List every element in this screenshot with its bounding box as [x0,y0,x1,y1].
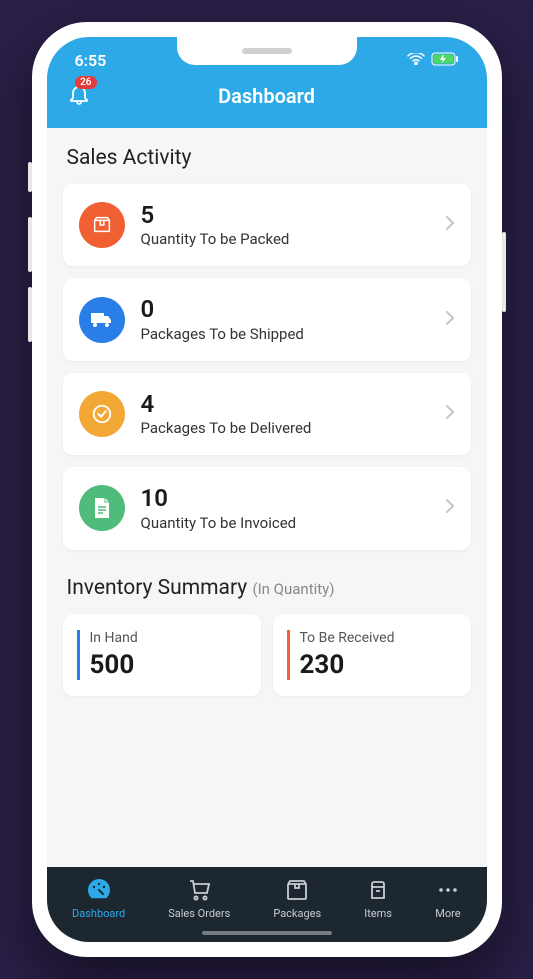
chevron-right-icon [445,310,455,330]
tab-sales-orders[interactable]: Sales Orders [168,877,230,920]
items-icon [365,877,391,903]
check-circle-icon [79,391,125,437]
tab-label: Items [364,907,392,920]
page-title: Dashboard [218,84,315,108]
card-label: Packages To be Delivered [141,419,429,437]
chevron-right-icon [445,215,455,235]
notification-button[interactable]: 26 [67,82,91,110]
notification-badge: 26 [75,76,96,89]
tab-dashboard[interactable]: Dashboard [72,877,125,920]
inventory-in-hand-card[interactable]: In Hand 500 [63,614,261,696]
inventory-summary-section: Inventory Summary (In Quantity) In Hand … [63,576,471,696]
inventory-value: 500 [90,650,247,680]
sales-activity-title: Sales Activity [63,146,471,170]
card-value: 10 [141,485,429,511]
wifi-icon [407,51,425,70]
chevron-right-icon [445,498,455,518]
phone-volume-down [28,287,32,342]
inventory-summary-suffix: (In Quantity) [252,580,334,598]
phone-mute-switch [28,162,32,192]
card-value: 5 [141,202,429,228]
card-to-be-invoiced[interactable]: 10 Quantity To be Invoiced [63,467,471,549]
phone-notch [177,37,357,65]
main-content: Sales Activity 5 Quantity To be Packed 0… [47,128,487,867]
phone-volume-up [28,217,32,272]
card-label: Quantity To be Invoiced [141,514,429,532]
status-time: 6:55 [75,51,107,70]
tab-packages[interactable]: Packages [273,877,321,920]
chevron-right-icon [445,404,455,424]
tab-items[interactable]: Items [364,877,392,920]
card-value: 4 [141,391,429,417]
tab-label: Dashboard [72,907,125,920]
app-header: 26 Dashboard [47,72,487,128]
tab-more[interactable]: More [435,877,461,920]
packages-icon [284,877,310,903]
truck-icon [79,297,125,343]
card-label: Packages To be Shipped [141,325,429,343]
tab-label: Packages [273,907,321,920]
package-icon [79,202,125,248]
invoice-icon [79,485,125,531]
more-icon [435,877,461,903]
card-value: 0 [141,296,429,322]
battery-icon [431,51,459,70]
inventory-to-be-received-card[interactable]: To Be Received 230 [273,614,471,696]
card-to-be-delivered[interactable]: 4 Packages To be Delivered [63,373,471,455]
inventory-summary-title: Inventory Summary (In Quantity) [63,576,471,600]
card-label: Quantity To be Packed [141,230,429,248]
dashboard-icon [86,877,112,903]
inventory-label: To Be Received [300,630,457,646]
phone-frame: 6:55 26 Dashboard Sales Activity [32,22,502,957]
tab-label: More [435,907,460,920]
inventory-value: 230 [300,650,457,680]
cart-icon [186,877,212,903]
tab-label: Sales Orders [168,907,230,920]
card-to-be-shipped[interactable]: 0 Packages To be Shipped [63,278,471,360]
card-to-be-packed[interactable]: 5 Quantity To be Packed [63,184,471,266]
inventory-label: In Hand [90,630,247,646]
home-indicator [202,931,332,935]
phone-power-button [502,232,506,312]
